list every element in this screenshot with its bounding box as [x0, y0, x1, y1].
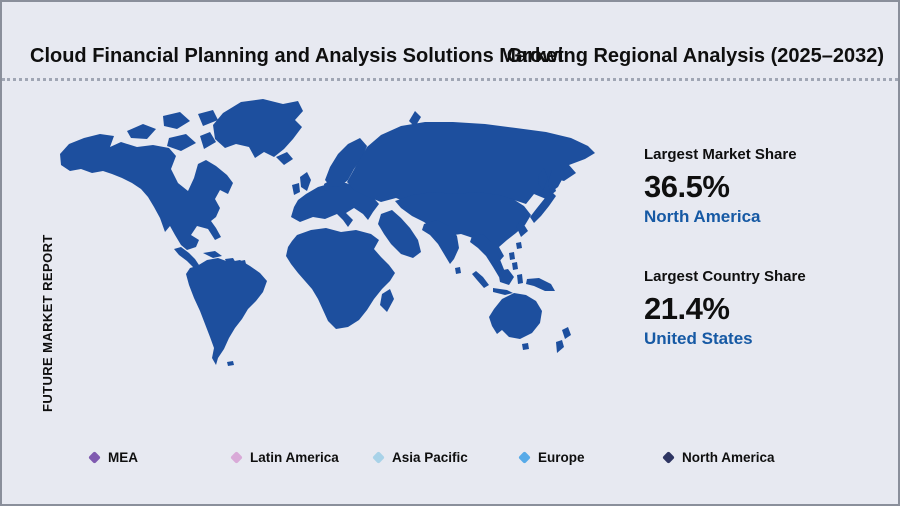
stat-value: 21.4%: [644, 291, 730, 326]
world-map-svg: [60, 99, 595, 366]
stat-value: 36.5%: [644, 169, 730, 204]
stat-largest-market-share: Largest Market Share 36.5% North America: [644, 146, 890, 227]
world-map: [57, 87, 607, 397]
stat-region: United States: [644, 329, 753, 348]
legend-item-asia-pacific: Asia Pacific: [372, 449, 468, 465]
legend-item-europe: Europe: [518, 449, 585, 465]
brand-vertical-text: FUTURE MARKET REPORT: [40, 234, 55, 412]
legend-diamond-icon: [662, 450, 675, 464]
page-title-part2: Growing Regional Analysis (2025–2032): [506, 45, 884, 67]
legend-label: MEA: [108, 449, 138, 465]
legend-item-mea: MEA: [88, 449, 138, 465]
stat-label: Largest Country Share: [644, 268, 806, 285]
legend-label: Latin America: [250, 449, 339, 465]
stat-region: North America: [644, 207, 761, 226]
legend-item-north-america: North America: [662, 449, 775, 465]
legend-label: Asia Pacific: [392, 449, 468, 465]
legend-diamond-icon: [372, 450, 385, 464]
legend-item-latin-america: Latin America: [230, 449, 339, 465]
stat-largest-country-share: Largest Country Share 21.4% United State…: [644, 268, 890, 349]
dotted-divider: [2, 78, 898, 81]
infographic-frame: Cloud Financial Planning and Analysis So…: [0, 0, 900, 506]
continent-africa: [286, 228, 395, 329]
continent-oceania: [472, 269, 571, 353]
continent-south-america: [186, 258, 267, 366]
legend-label: Europe: [538, 449, 585, 465]
legend-diamond-icon: [230, 450, 243, 464]
legend-diamond-icon: [88, 450, 101, 464]
continent-north-america: [60, 99, 303, 268]
page-title-part1: Cloud Financial Planning and Analysis So…: [30, 45, 564, 67]
legend-label: North America: [682, 449, 775, 465]
continent-asia: [347, 111, 595, 277]
stat-label: Largest Market Share: [644, 146, 797, 163]
legend-diamond-icon: [518, 450, 531, 464]
